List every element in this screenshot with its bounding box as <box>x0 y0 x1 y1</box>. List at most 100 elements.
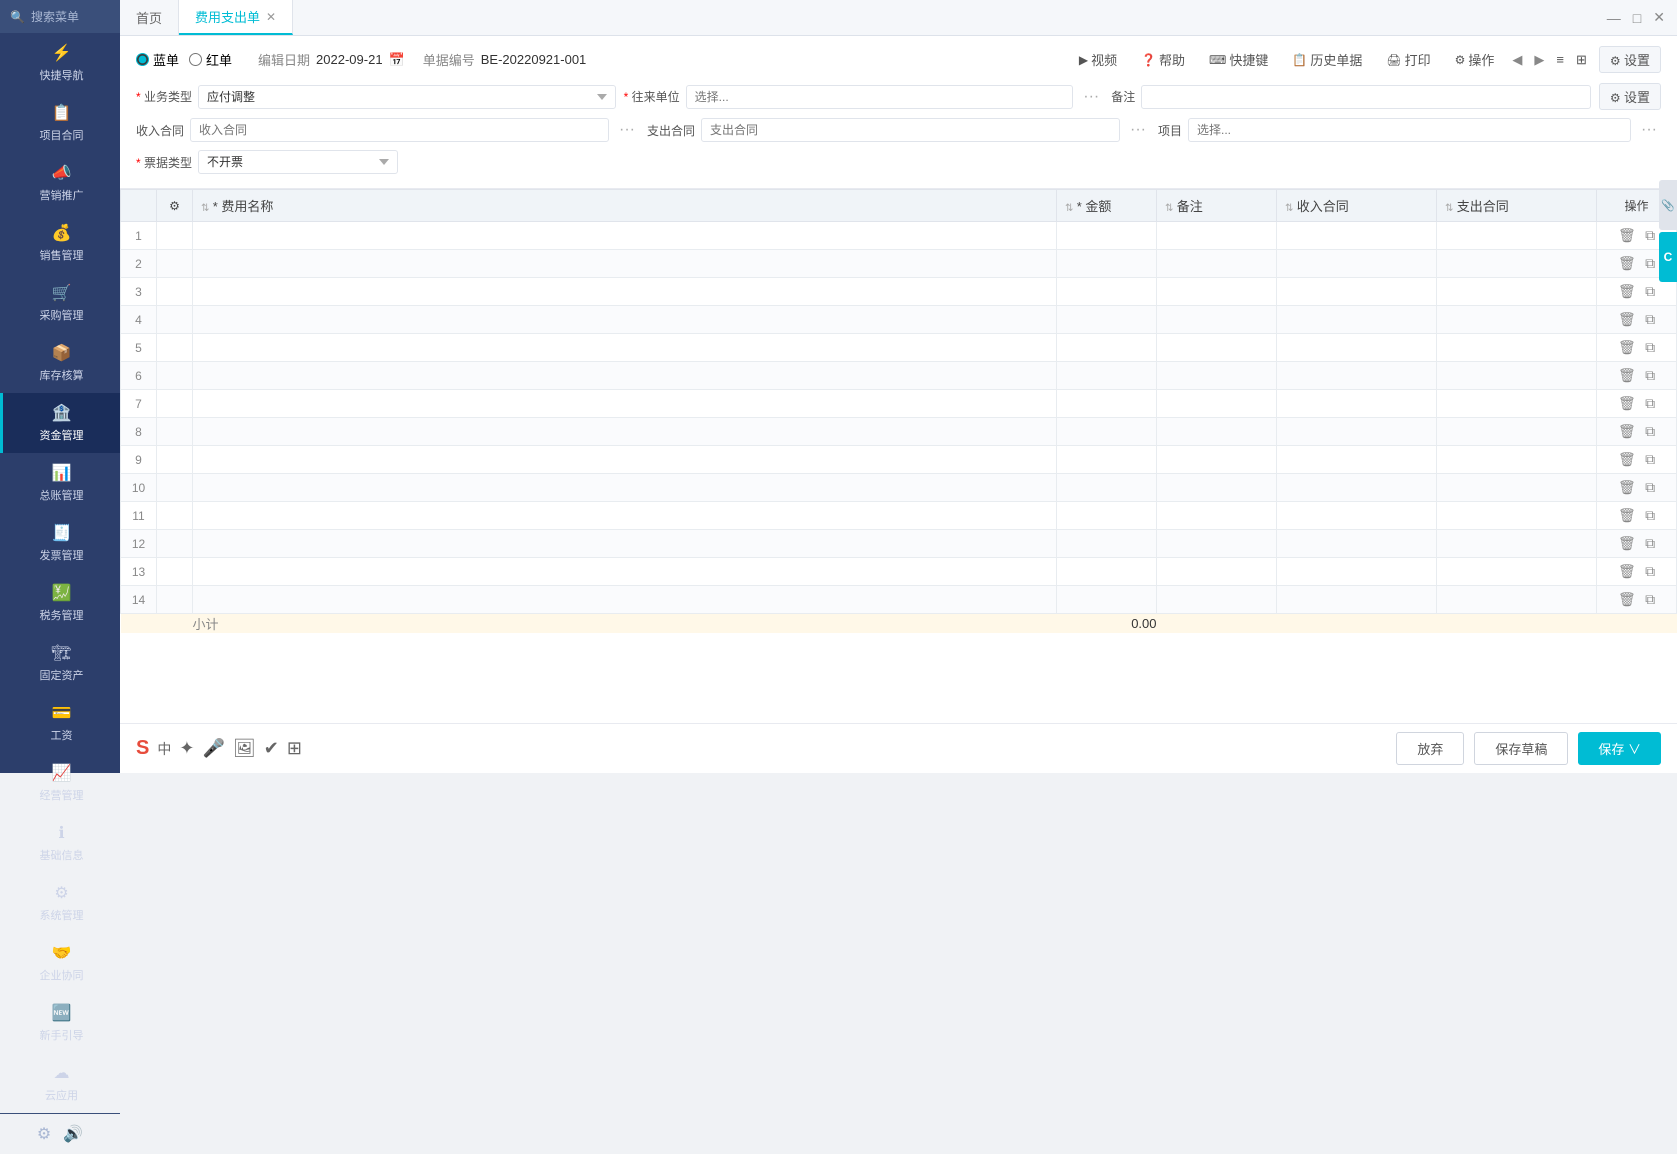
row-expense-contract[interactable] <box>1437 278 1597 306</box>
help-btn[interactable]: ❓ 帮助 <box>1135 48 1191 71</box>
sidebar-item-invoice-mgmt[interactable]: 🧾 发票管理 <box>0 513 120 573</box>
row-amount[interactable] <box>1057 334 1157 362</box>
delete-icon[interactable]: 🗑 <box>1618 563 1636 579</box>
volume-icon[interactable]: 🔊 <box>63 1124 83 1144</box>
row-remark[interactable] <box>1157 222 1277 250</box>
row-expense-name[interactable] <box>193 446 1057 474</box>
delete-icon[interactable]: 🗑 <box>1618 311 1636 327</box>
sidebar-item-marketing[interactable]: 📣 营销推广 <box>0 153 120 213</box>
sidebar-item-ops-mgmt[interactable]: 📈 经营管理 <box>0 753 120 813</box>
row-expense-name[interactable] <box>193 306 1057 334</box>
copy-icon[interactable]: ⧉ <box>1645 423 1655 439</box>
row-expense-contract[interactable] <box>1437 250 1597 278</box>
row-income-contract[interactable] <box>1277 530 1437 558</box>
save-button[interactable]: 保存 ∨ <box>1578 732 1661 765</box>
row-remark[interactable] <box>1157 502 1277 530</box>
row-income-contract[interactable] <box>1277 474 1437 502</box>
row-expense-name[interactable] <box>193 474 1057 502</box>
row-amount[interactable] <box>1057 250 1157 278</box>
delete-icon[interactable]: 🗑 <box>1618 283 1636 299</box>
sidebar-item-quick-nav[interactable]: ⚡ 快捷导航 <box>0 33 120 93</box>
copy-icon[interactable]: ⧉ <box>1645 283 1655 299</box>
row-amount[interactable] <box>1057 474 1157 502</box>
row-amount[interactable] <box>1057 362 1157 390</box>
row-expense-contract[interactable] <box>1437 362 1597 390</box>
footer-icon-mic[interactable]: 🎤 <box>202 738 224 759</box>
sidebar-search[interactable]: 🔍 搜索菜单 <box>0 0 120 33</box>
row-amount[interactable] <box>1057 390 1157 418</box>
row-expense-contract[interactable] <box>1437 334 1597 362</box>
row-income-contract[interactable] <box>1277 586 1437 614</box>
row-expense-name[interactable] <box>193 334 1057 362</box>
history-btn[interactable]: 📋 历史单据 <box>1286 48 1368 71</box>
red-bill-radio[interactable] <box>189 53 202 66</box>
sidebar-item-system-mgmt[interactable]: ⚙ 系统管理 <box>0 873 120 933</box>
delete-icon[interactable]: 🗑 <box>1618 395 1636 411</box>
footer-icon-dot[interactable]: ✦ <box>179 738 194 759</box>
footer-icon-img[interactable]: 🖼 <box>233 738 256 759</box>
copy-icon[interactable]: ⧉ <box>1645 591 1655 607</box>
grid-view-btn[interactable]: ⊞ <box>1576 52 1587 68</box>
right-edge-btn2[interactable]: C <box>1659 232 1677 282</box>
row-expense-contract[interactable] <box>1437 306 1597 334</box>
copy-icon[interactable]: ⧉ <box>1645 535 1655 551</box>
row-remark[interactable] <box>1157 306 1277 334</box>
copy-icon[interactable]: ⧉ <box>1645 367 1655 383</box>
right-edge-btn1[interactable]: 📎 <box>1659 180 1677 230</box>
expense-contract-input[interactable] <box>701 118 1120 142</box>
nav-next-btn[interactable]: ▶ <box>1534 52 1544 68</box>
row-income-contract[interactable] <box>1277 446 1437 474</box>
row-amount[interactable] <box>1057 586 1157 614</box>
row-expense-name[interactable] <box>193 390 1057 418</box>
row-remark[interactable] <box>1157 418 1277 446</box>
delete-icon[interactable]: 🗑 <box>1618 423 1636 439</box>
row-expense-contract[interactable] <box>1437 502 1597 530</box>
sidebar-item-purchase-mgmt[interactable]: 🛒 采购管理 <box>0 273 120 333</box>
row-remark[interactable] <box>1157 446 1277 474</box>
row-amount[interactable] <box>1057 558 1157 586</box>
tab-close-expense-bill[interactable]: ✕ <box>266 10 276 24</box>
copy-icon[interactable]: ⧉ <box>1645 507 1655 523</box>
sidebar-item-accounting[interactable]: 📊 总账管理 <box>0 453 120 513</box>
row-income-contract[interactable] <box>1277 306 1437 334</box>
row-remark[interactable] <box>1157 390 1277 418</box>
tab-expense-bill[interactable]: 费用支出单 ✕ <box>179 0 293 35</box>
save-draft-button[interactable]: 保存草稿 <box>1474 732 1568 765</box>
table-container[interactable]: ⚙ ⇅ * 费用名称 ⇅ * 金额 ⇅ 备注 ⇅ 收入 <box>120 189 1677 723</box>
project-input[interactable] <box>1188 118 1631 142</box>
row-income-contract[interactable] <box>1277 334 1437 362</box>
row-remark[interactable] <box>1157 250 1277 278</box>
sidebar-item-tax-mgmt[interactable]: 💹 税务管理 <box>0 573 120 633</box>
print-btn[interactable]: 🖨 打印 <box>1380 48 1436 71</box>
remark-input[interactable] <box>1141 85 1591 109</box>
row-income-contract[interactable] <box>1277 278 1437 306</box>
sidebar-item-fixed-assets[interactable]: 🏗 固定资产 <box>0 633 120 693</box>
row-remark[interactable] <box>1157 530 1277 558</box>
copy-icon[interactable]: ⧉ <box>1645 227 1655 243</box>
delete-icon[interactable]: 🗑 <box>1618 535 1636 551</box>
sidebar-item-cloud-apps[interactable]: ☁ 云应用 <box>0 1053 120 1113</box>
row-expense-contract[interactable] <box>1437 558 1597 586</box>
col-gear[interactable]: ⚙ <box>157 190 193 222</box>
set-btn-2[interactable]: ⚙ 设置 <box>1599 83 1661 110</box>
row-amount[interactable] <box>1057 446 1157 474</box>
row-expense-name[interactable] <box>193 250 1057 278</box>
row-amount[interactable] <box>1057 530 1157 558</box>
copy-icon[interactable]: ⧉ <box>1645 311 1655 327</box>
close-btn[interactable]: ✕ <box>1653 9 1665 26</box>
delete-icon[interactable]: 🗑 <box>1618 367 1636 383</box>
footer-icon-grid[interactable]: ⊞ <box>287 738 302 759</box>
operation-btn[interactable]: ⚙ 操作 <box>1449 48 1501 71</box>
row-income-contract[interactable] <box>1277 390 1437 418</box>
project-dots[interactable]: ··· <box>1637 121 1661 139</box>
row-expense-contract[interactable] <box>1437 530 1597 558</box>
copy-icon[interactable]: ⧉ <box>1645 563 1655 579</box>
row-expense-name[interactable] <box>193 418 1057 446</box>
row-expense-contract[interactable] <box>1437 390 1597 418</box>
footer-icon-check[interactable]: ✔ <box>264 738 279 759</box>
invoice-type-select[interactable]: 不开票 <box>198 150 398 174</box>
delete-icon[interactable]: 🗑 <box>1618 507 1636 523</box>
copy-icon[interactable]: ⧉ <box>1645 451 1655 467</box>
sidebar-item-inventory[interactable]: 📦 库存核算 <box>0 333 120 393</box>
sidebar-item-new-guide[interactable]: 🆕 新手引导 <box>0 993 120 1053</box>
